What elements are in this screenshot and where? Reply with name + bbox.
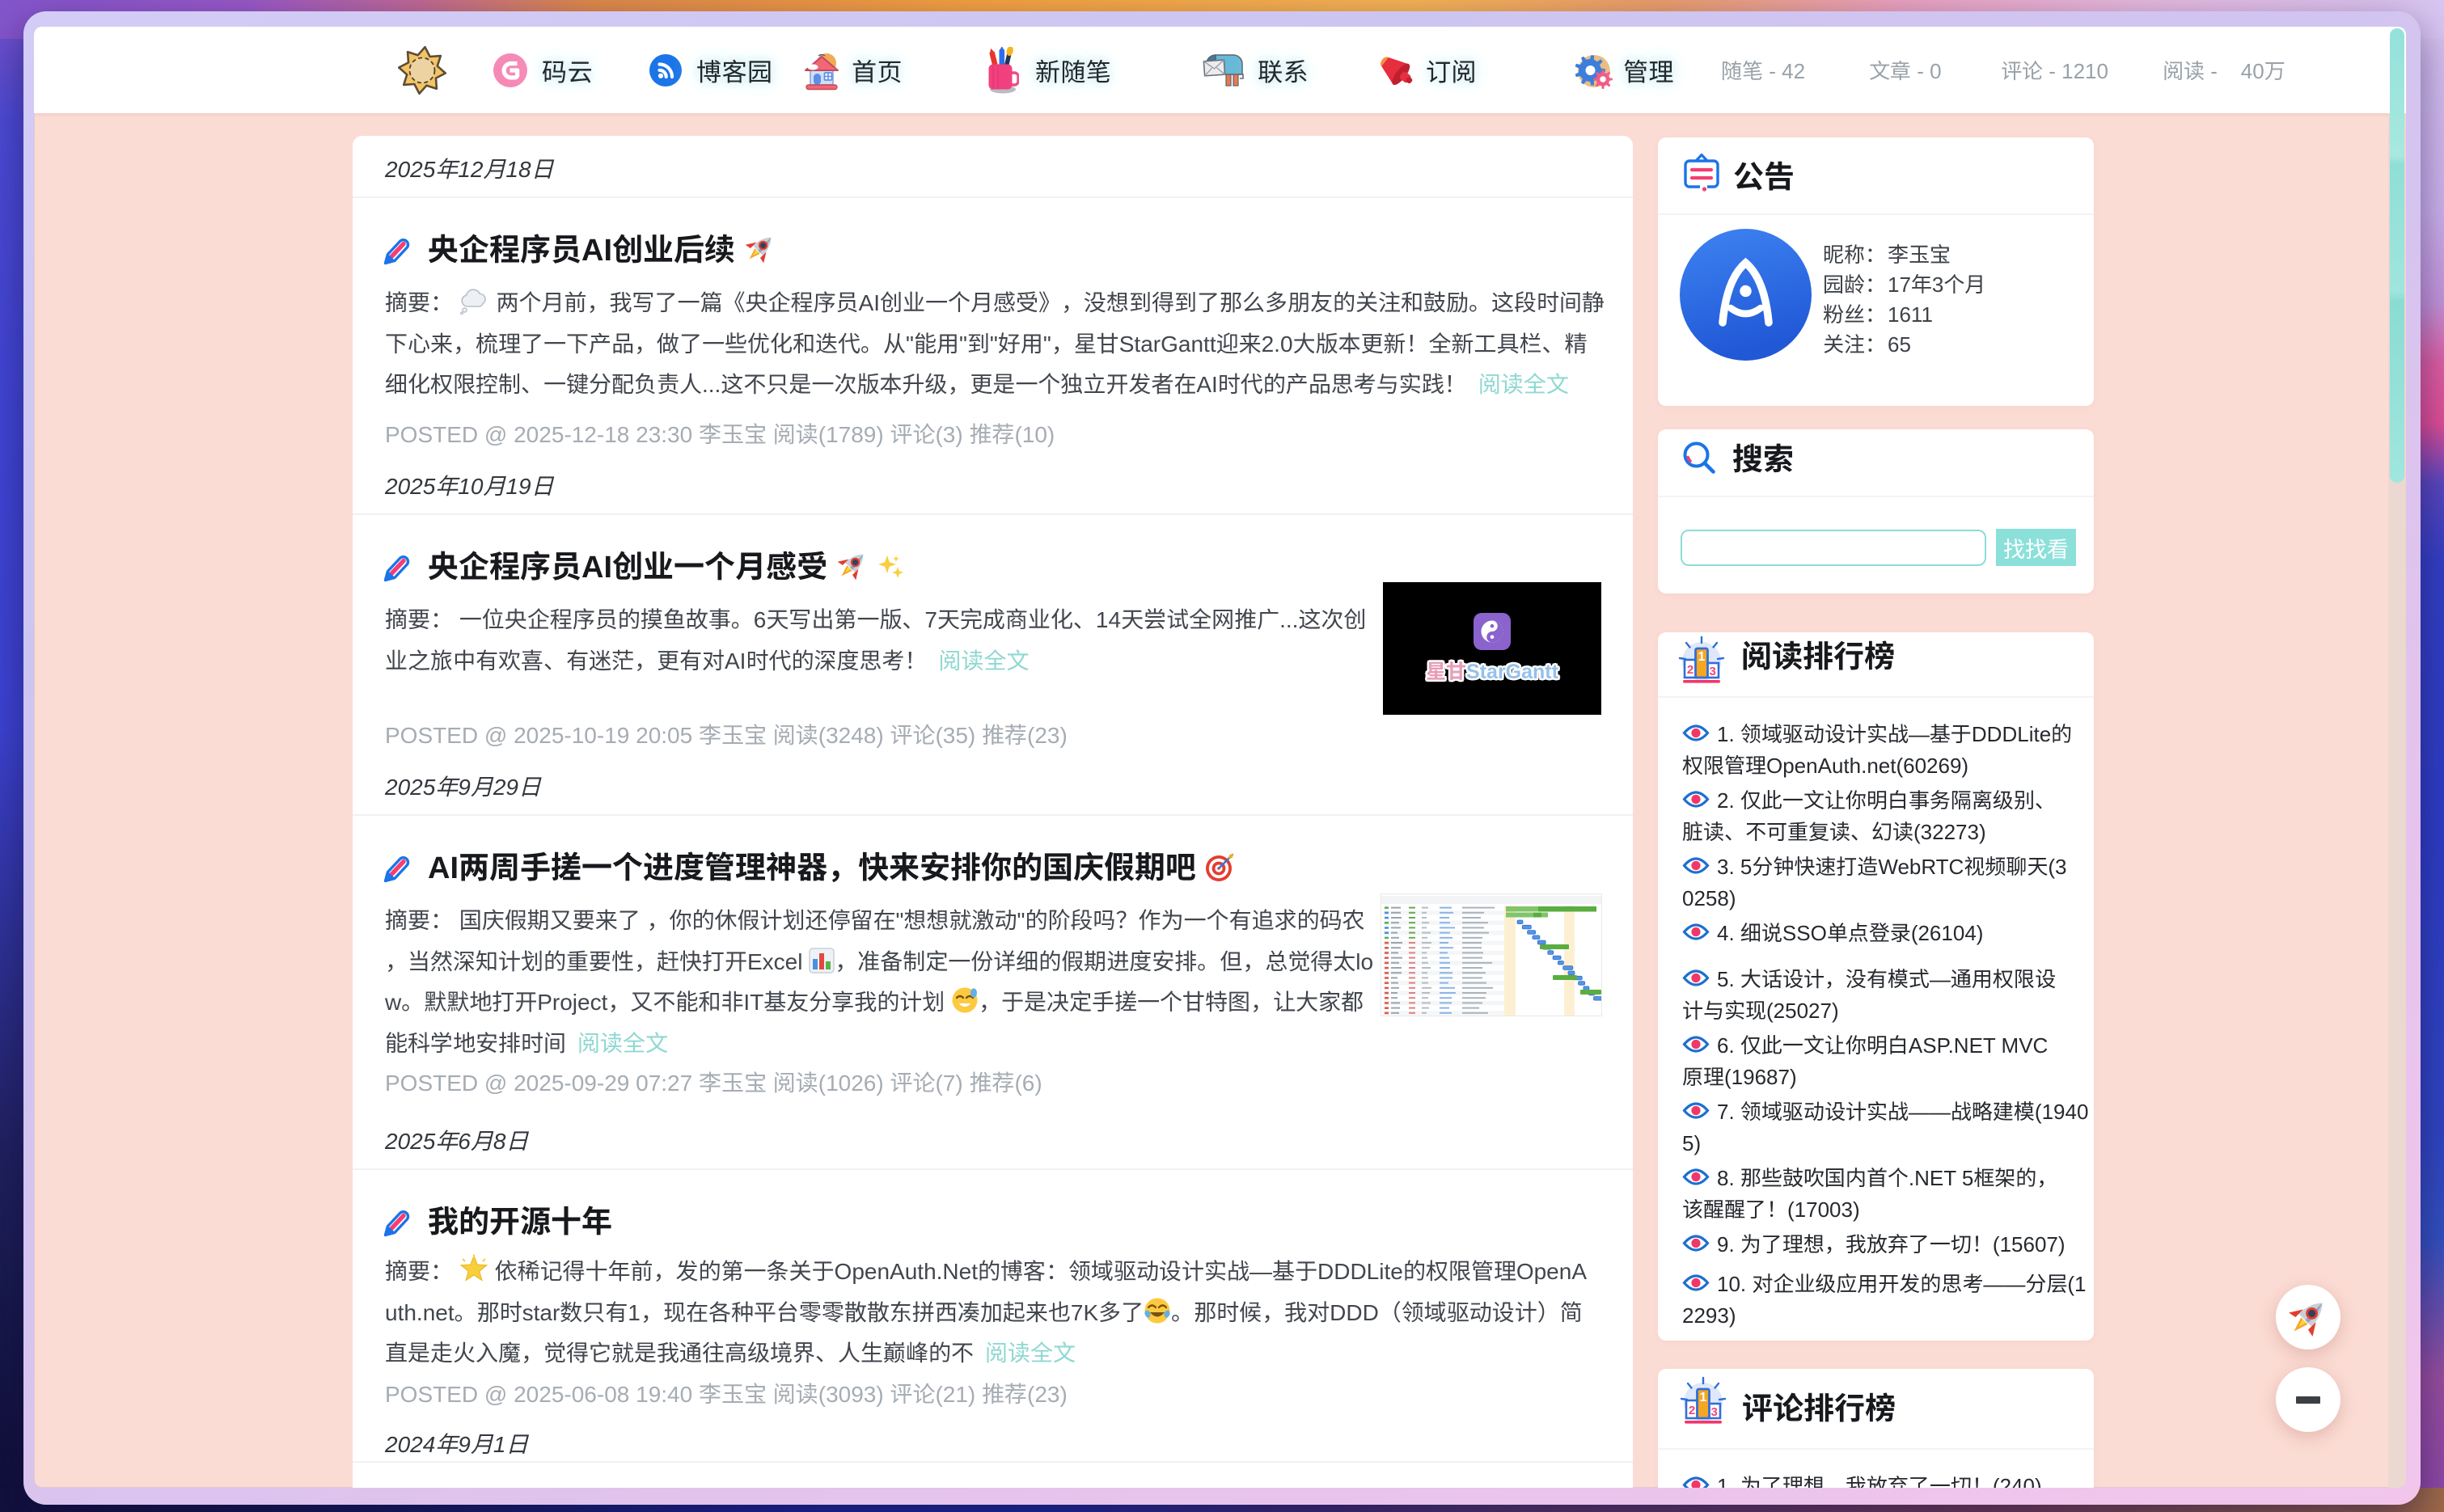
svg-text:1: 1	[1698, 650, 1706, 664]
svg-text:3: 3	[1710, 665, 1716, 678]
svg-text:1: 1	[1700, 1391, 1707, 1404]
svg-text:2: 2	[1687, 663, 1693, 677]
svg-text:2: 2	[1689, 1404, 1695, 1417]
svg-text:3: 3	[1711, 1405, 1718, 1419]
